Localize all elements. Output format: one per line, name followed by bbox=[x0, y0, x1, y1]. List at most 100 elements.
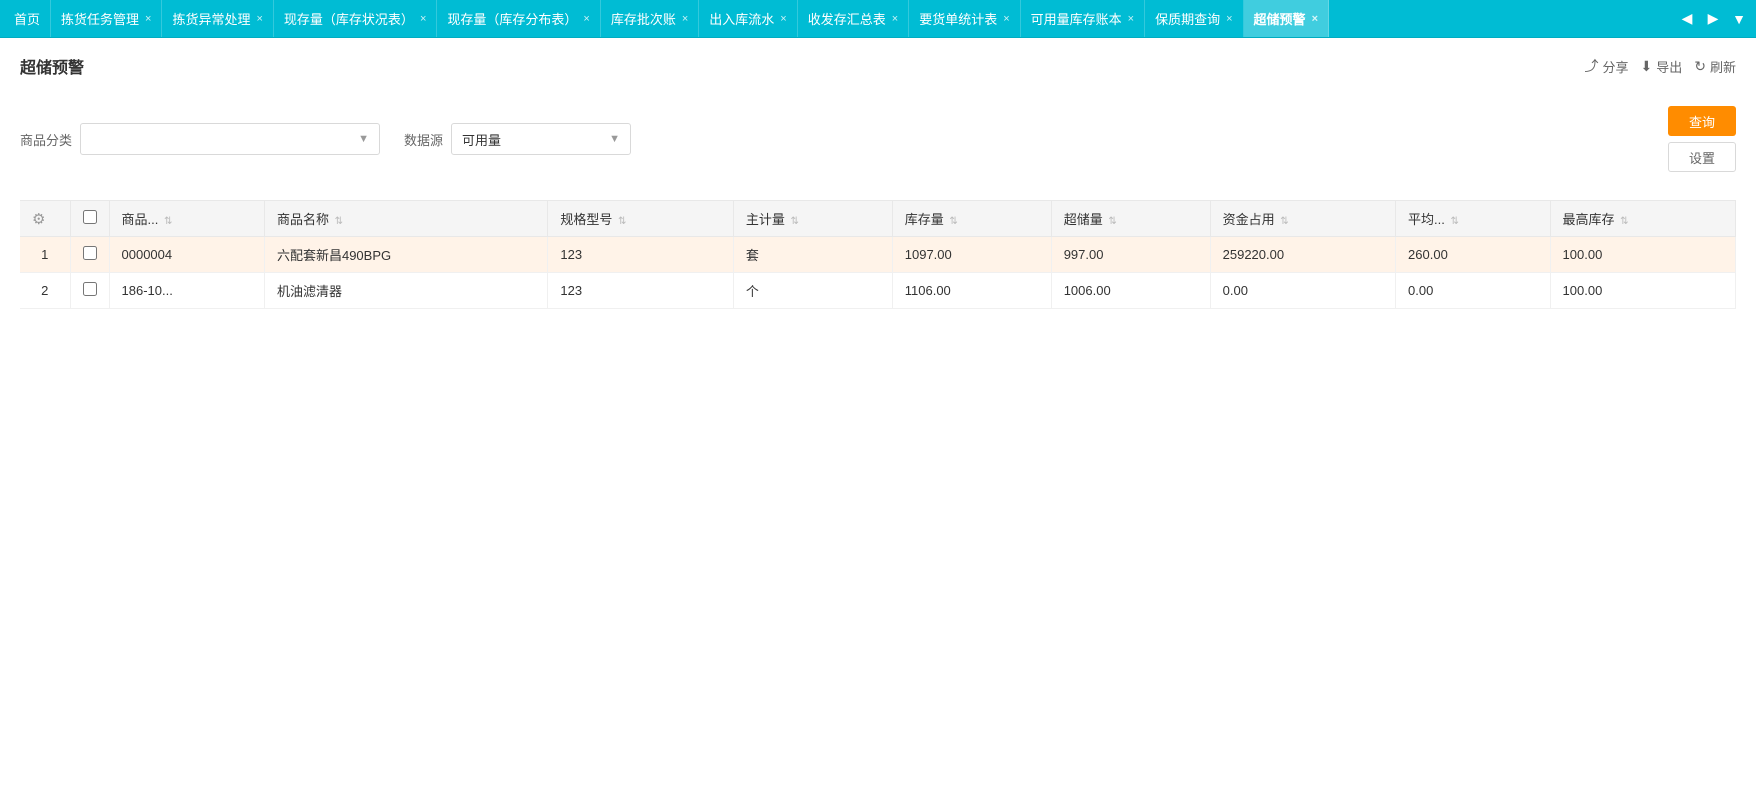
set-button[interactable]: 设置 bbox=[1668, 142, 1736, 172]
nav-item-label-7: 收发存汇总表 bbox=[808, 9, 886, 28]
nav-bar: 首页拣货任务管理×拣货异常处理×现存量（库存状况表）×现存量（库存分布表）×库存… bbox=[0, 0, 1756, 38]
nav-item-label-0: 首页 bbox=[14, 9, 40, 28]
col-capital-occupy[interactable]: 资金占用 ⇅ bbox=[1210, 201, 1395, 237]
nav-more-arrow[interactable]: ▼ bbox=[1726, 0, 1752, 38]
col-stock-qty-label: 库存量 bbox=[905, 212, 944, 227]
col-max-stock-label: 最高库存 bbox=[1563, 212, 1615, 227]
nav-item-close-9[interactable]: × bbox=[1128, 13, 1134, 25]
table-settings-icon[interactable]: ⚙ bbox=[32, 211, 45, 228]
cell-product_name-0: 六配套新昌490BPG bbox=[264, 237, 547, 273]
category-select[interactable]: ▼ bbox=[80, 123, 380, 155]
nav-item-close-2[interactable]: × bbox=[256, 13, 262, 25]
cell-checkbox-0 bbox=[70, 237, 109, 273]
nav-item-label-9: 可用量库存账本 bbox=[1031, 9, 1122, 28]
sort-icon-max-stock: ⇅ bbox=[1620, 216, 1628, 227]
col-settings: ⚙ bbox=[20, 201, 70, 237]
nav-prev-arrow[interactable]: ◀ bbox=[1674, 0, 1700, 38]
cell-product_code-1: 186-10... bbox=[109, 273, 264, 309]
query-button[interactable]: 查询 bbox=[1668, 106, 1736, 136]
sort-icon-avg: ⇅ bbox=[1451, 216, 1459, 227]
cell-index-1: 2 bbox=[20, 273, 70, 309]
table-header-row: ⚙ 商品... ⇅ 商品名称 ⇅ 规格型号 ⇅ 主计量 bbox=[20, 201, 1736, 237]
refresh-icon: ↻ bbox=[1694, 58, 1706, 75]
col-overstock-qty[interactable]: 超储量 ⇅ bbox=[1051, 201, 1210, 237]
header-actions: ⤴ 分享 ⬇ 导出 ↻ 刷新 bbox=[1584, 56, 1736, 76]
cell-avg-0: 260.00 bbox=[1396, 237, 1551, 273]
col-overstock-qty-label: 超储量 bbox=[1064, 212, 1103, 227]
nav-item-close-8[interactable]: × bbox=[1003, 13, 1009, 25]
nav-item-3[interactable]: 现存量（库存状况表） × bbox=[274, 0, 437, 38]
export-label: 导出 bbox=[1656, 57, 1682, 76]
col-product-name[interactable]: 商品名称 ⇅ bbox=[264, 201, 547, 237]
nav-item-2[interactable]: 拣货异常处理 × bbox=[162, 0, 273, 38]
nav-item-4[interactable]: 现存量（库存分布表）× bbox=[437, 0, 600, 38]
page-header: 超储预警 ⤴ 分享 ⬇ 导出 ↻ 刷新 bbox=[20, 54, 1736, 78]
cell-overstock_qty-0: 997.00 bbox=[1051, 237, 1210, 273]
cell-capital_occupy-0: 259220.00 bbox=[1210, 237, 1395, 273]
nav-item-close-4[interactable]: × bbox=[583, 13, 589, 25]
cell-product_code-0: 0000004 bbox=[109, 237, 264, 273]
sort-icon-overstock-qty: ⇅ bbox=[1108, 216, 1116, 227]
nav-item-9[interactable]: 可用量库存账本 × bbox=[1021, 0, 1145, 38]
row-checkbox-0[interactable] bbox=[83, 246, 97, 260]
select-all-checkbox[interactable] bbox=[83, 210, 97, 224]
datasource-select[interactable]: 可用量 ▼ bbox=[451, 123, 631, 155]
export-button[interactable]: ⬇ 导出 bbox=[1641, 57, 1683, 76]
col-product-code[interactable]: 商品... ⇅ bbox=[109, 201, 264, 237]
nav-item-5[interactable]: 库存批次账 × bbox=[601, 0, 699, 38]
share-icon: ⤴ bbox=[1584, 56, 1598, 76]
nav-item-label-2: 拣货异常处理 bbox=[172, 9, 250, 28]
filter-row: 商品分类 ▼ 数据源 可用量 ▼ 查询 设置 bbox=[20, 94, 1736, 184]
cell-checkbox-1 bbox=[70, 273, 109, 309]
cell-overstock_qty-1: 1006.00 bbox=[1051, 273, 1210, 309]
nav-item-10[interactable]: 保质期查询× bbox=[1145, 0, 1243, 38]
share-label: 分享 bbox=[1602, 57, 1628, 76]
cell-stock_qty-0: 1097.00 bbox=[892, 237, 1051, 273]
col-spec-label: 规格型号 bbox=[560, 212, 612, 227]
nav-item-8[interactable]: 要货单统计表× bbox=[909, 0, 1020, 38]
table-row: 2186-10...机油滤清器123个1106.001006.000.000.0… bbox=[20, 273, 1736, 309]
nav-item-11[interactable]: 超储预警× bbox=[1244, 0, 1329, 38]
cell-unit-1: 个 bbox=[733, 273, 892, 309]
nav-item-close-6[interactable]: × bbox=[780, 13, 786, 25]
col-spec[interactable]: 规格型号 ⇅ bbox=[548, 201, 733, 237]
page-content: 超储预警 ⤴ 分享 ⬇ 导出 ↻ 刷新 商品分类 ▼ 数据源 bbox=[0, 38, 1756, 800]
nav-item-7[interactable]: 收发存汇总表 × bbox=[798, 0, 909, 38]
export-icon: ⬇ bbox=[1641, 58, 1653, 75]
nav-item-close-7[interactable]: × bbox=[892, 13, 898, 25]
sort-icon-stock-qty: ⇅ bbox=[949, 216, 957, 227]
nav-item-6[interactable]: 出入库流水 × bbox=[699, 0, 797, 38]
cell-product_name-1: 机油滤清器 bbox=[264, 273, 547, 309]
col-avg[interactable]: 平均... ⇅ bbox=[1396, 201, 1551, 237]
col-unit[interactable]: 主计量 ⇅ bbox=[733, 201, 892, 237]
nav-item-label-6: 出入库流水 bbox=[709, 9, 774, 28]
refresh-button[interactable]: ↻ 刷新 bbox=[1694, 57, 1736, 76]
nav-item-close-3[interactable]: × bbox=[420, 13, 426, 25]
refresh-label: 刷新 bbox=[1710, 57, 1736, 76]
cell-stock_qty-1: 1106.00 bbox=[892, 273, 1051, 309]
cell-capital_occupy-1: 0.00 bbox=[1210, 273, 1395, 309]
col-checkbox-header bbox=[70, 201, 109, 237]
table-row: 10000004六配套新昌490BPG123套1097.00997.002592… bbox=[20, 237, 1736, 273]
nav-item-label-3: 现存量（库存状况表） bbox=[284, 9, 414, 28]
nav-item-label-1: 拣货任务管理 bbox=[61, 9, 139, 28]
sort-icon-product-code: ⇅ bbox=[164, 216, 172, 227]
share-button[interactable]: ⤴ 分享 bbox=[1584, 56, 1628, 76]
data-table: ⚙ 商品... ⇅ 商品名称 ⇅ 规格型号 ⇅ 主计量 bbox=[20, 200, 1736, 309]
nav-item-close-5[interactable]: × bbox=[682, 13, 688, 25]
nav-item-close-11[interactable]: × bbox=[1312, 13, 1318, 25]
nav-item-close-1[interactable]: × bbox=[145, 13, 151, 25]
nav-item-1[interactable]: 拣货任务管理 × bbox=[51, 0, 162, 38]
datasource-filter: 数据源 可用量 ▼ bbox=[404, 123, 631, 155]
datasource-chevron-icon: ▼ bbox=[609, 133, 620, 145]
row-checkbox-1[interactable] bbox=[83, 282, 97, 296]
page-title: 超储预警 bbox=[20, 54, 84, 78]
category-filter: 商品分类 ▼ bbox=[20, 123, 380, 155]
nav-item-label-5: 库存批次账 bbox=[611, 9, 676, 28]
col-max-stock[interactable]: 最高库存 ⇅ bbox=[1550, 201, 1735, 237]
col-stock-qty[interactable]: 库存量 ⇅ bbox=[892, 201, 1051, 237]
nav-item-0[interactable]: 首页 bbox=[4, 0, 51, 38]
nav-item-close-10[interactable]: × bbox=[1226, 13, 1232, 25]
category-label: 商品分类 bbox=[20, 130, 72, 149]
nav-next-arrow[interactable]: ▶ bbox=[1700, 0, 1726, 38]
